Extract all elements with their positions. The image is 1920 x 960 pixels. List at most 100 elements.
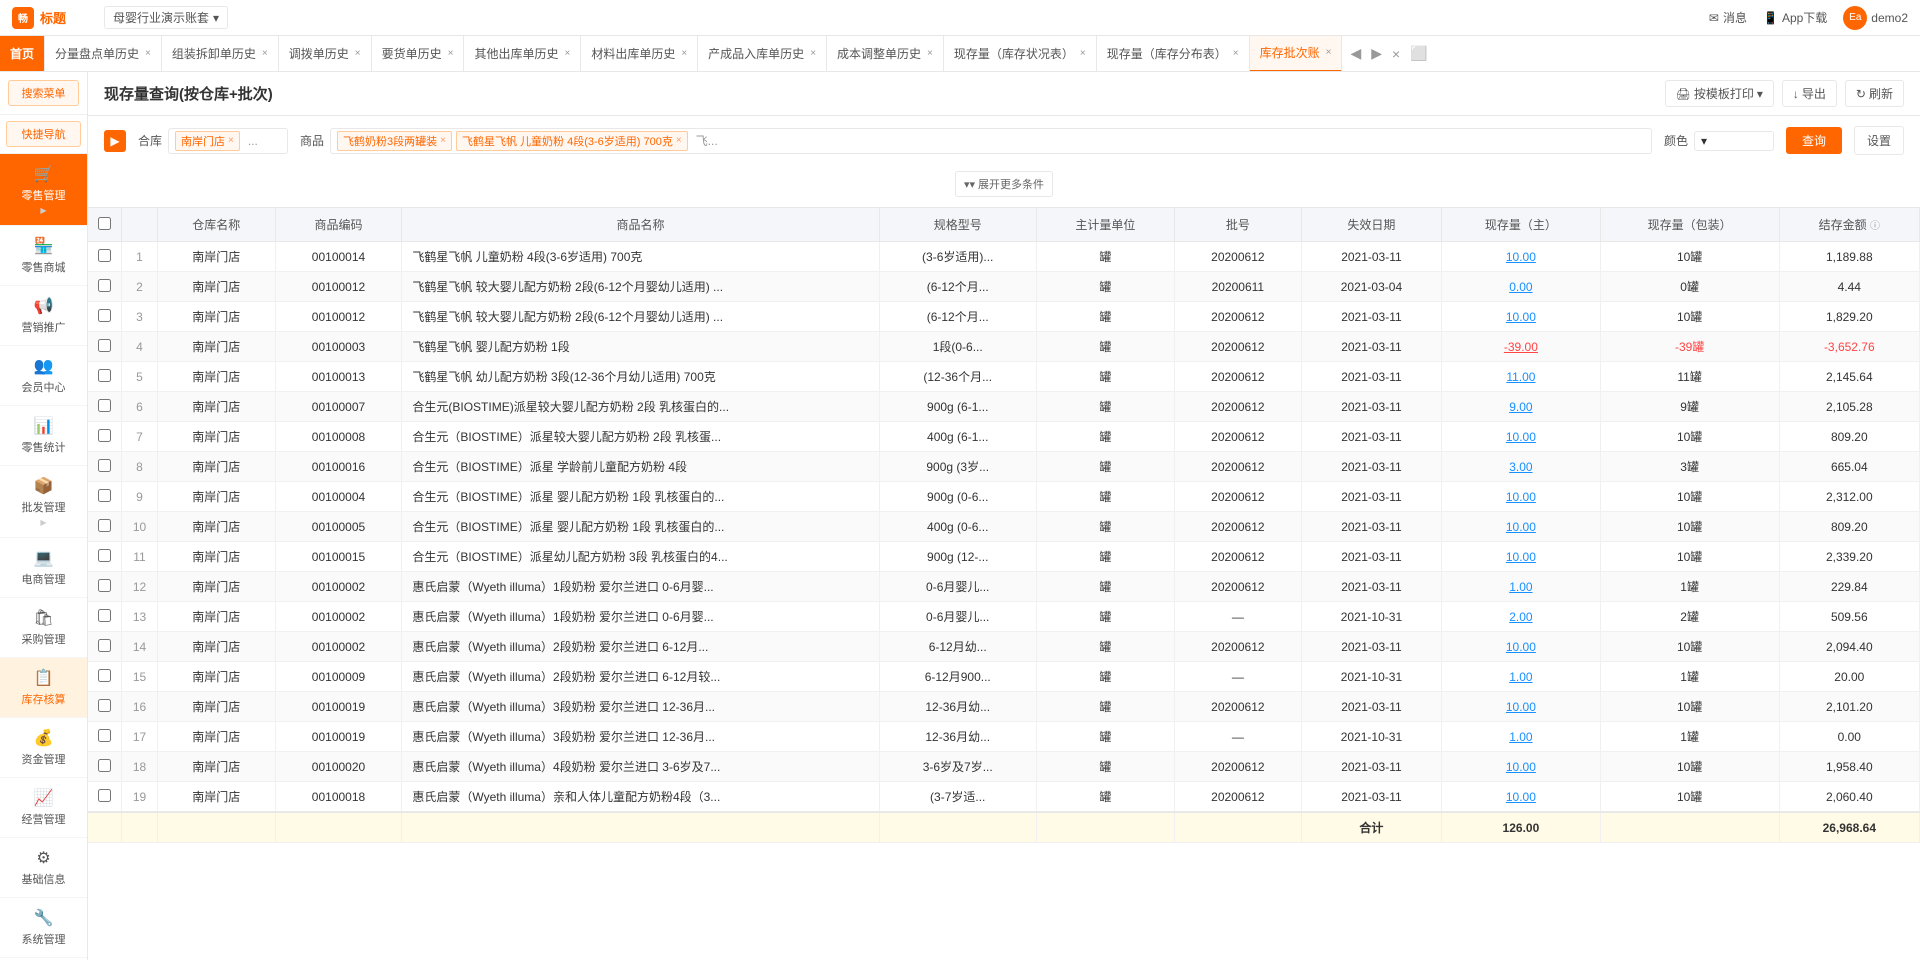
select-all-checkbox[interactable] [98, 217, 111, 230]
row-checkbox[interactable] [98, 249, 111, 262]
cell-qty-main[interactable]: 10.00 [1442, 422, 1601, 452]
cell-checkbox[interactable] [88, 572, 122, 602]
product-tag-2-close[interactable]: × [676, 135, 682, 146]
cell-qty-main[interactable]: 10.00 [1442, 512, 1601, 542]
cell-checkbox[interactable] [88, 452, 122, 482]
cell-qty-main[interactable]: 10.00 [1442, 692, 1601, 722]
message-btn[interactable]: ✉ 消息 [1709, 9, 1747, 26]
row-checkbox[interactable] [98, 639, 111, 652]
tab-inventory-distribution[interactable]: 现存量（库存分布表） × [1097, 36, 1250, 72]
row-checkbox[interactable] [98, 339, 111, 352]
sidebar-item-member[interactable]: 👥 会员中心 [0, 346, 87, 406]
row-checkbox[interactable] [98, 759, 111, 772]
row-checkbox[interactable] [98, 309, 111, 322]
cell-qty-main[interactable]: 10.00 [1442, 302, 1601, 332]
row-checkbox[interactable] [98, 789, 111, 802]
cell-qty-main[interactable]: 2.00 [1442, 602, 1601, 632]
cell-checkbox[interactable] [88, 242, 122, 272]
warehouse-tag-nanan-close[interactable]: × [228, 135, 234, 146]
tab-other-outbound-close[interactable]: × [564, 48, 570, 59]
setting-btn[interactable]: 设置 [1854, 126, 1904, 155]
tab-inventory-batch[interactable]: 库存批次账 × [1250, 36, 1343, 72]
cell-checkbox[interactable] [88, 722, 122, 752]
sidebar-item-purchase[interactable]: 🛍 采购管理 [0, 598, 87, 658]
row-checkbox[interactable] [98, 519, 111, 532]
sidebar-item-marketing[interactable]: 📢 营销推广 [0, 286, 87, 346]
cell-qty-main[interactable]: 10.00 [1442, 782, 1601, 813]
cell-qty-main[interactable]: 3.00 [1442, 452, 1601, 482]
user-area[interactable]: Ea demo2 [1843, 6, 1908, 30]
tab-product-inbound[interactable]: 产成品入库单历史 × [698, 36, 827, 72]
tab-transfer[interactable]: 调拨单历史 × [279, 36, 372, 72]
industry-select[interactable]: 母婴行业演示账套 ▾ [104, 6, 228, 29]
cell-checkbox[interactable] [88, 632, 122, 662]
cell-checkbox[interactable] [88, 752, 122, 782]
tab-transfer-close[interactable]: × [355, 48, 361, 59]
row-checkbox[interactable] [98, 429, 111, 442]
cell-checkbox[interactable] [88, 782, 122, 813]
cell-qty-main[interactable]: 10.00 [1442, 542, 1601, 572]
tab-material-outbound-close[interactable]: × [681, 48, 687, 59]
tabs-maximize-icon[interactable]: ⬜ [1406, 43, 1431, 64]
sidebar-item-inventory[interactable]: 📋 库存核算 [0, 658, 87, 718]
sidebar-item-wholesale[interactable]: 📦 批发管理 ▶ [0, 466, 87, 538]
tab-material-outbound[interactable]: 材料出库单历史 × [581, 36, 698, 72]
sidebar-item-system[interactable]: 🔧 系统管理 [0, 898, 87, 958]
cell-checkbox[interactable] [88, 662, 122, 692]
product-tag-container[interactable]: 飞鹤奶粉3段两罐装 × 飞鹤星飞帆 儿童奶粉 4段(3-6岁适用) 700克 ×… [330, 128, 1652, 154]
tab-split-inventory-close[interactable]: × [145, 48, 151, 59]
cell-checkbox[interactable] [88, 542, 122, 572]
sidebar-item-finance[interactable]: 💰 资金管理 [0, 718, 87, 778]
cell-qty-main[interactable]: 11.00 [1442, 362, 1601, 392]
amount-info-icon[interactable]: ⓘ [1870, 221, 1880, 232]
row-checkbox[interactable] [98, 459, 111, 472]
cell-qty-main[interactable]: 1.00 [1442, 722, 1601, 752]
tab-cost-adjustment-close[interactable]: × [927, 48, 933, 59]
color-tag-container[interactable]: ▾ [1694, 131, 1774, 151]
tabs-close-icon[interactable]: × [1388, 44, 1404, 64]
cell-checkbox[interactable] [88, 482, 122, 512]
tab-cost-adjustment[interactable]: 成本调整单历史 × [827, 36, 944, 72]
tab-other-outbound[interactable]: 其他出库单历史 × [464, 36, 581, 72]
cell-checkbox[interactable] [88, 332, 122, 362]
tab-inventory-batch-close[interactable]: × [1326, 47, 1332, 58]
filter-arrow-btn[interactable]: ▶ [104, 130, 126, 152]
product-tag-1-close[interactable]: × [440, 135, 446, 146]
refresh-btn[interactable]: ↻ 刷新 [1845, 80, 1904, 107]
tab-requisition-close[interactable]: × [448, 48, 454, 59]
app-download-btn[interactable]: 📱 App下载 [1763, 9, 1827, 26]
row-checkbox[interactable] [98, 549, 111, 562]
tabs-prev-icon[interactable]: ◀ [1346, 43, 1365, 64]
search-btn[interactable]: 查询 [1786, 127, 1842, 154]
sidebar-item-retail[interactable]: 🛒 零售管理 ▶ [0, 154, 87, 226]
cell-qty-main[interactable]: 0.00 [1442, 272, 1601, 302]
row-checkbox[interactable] [98, 669, 111, 682]
tab-product-inbound-close[interactable]: × [810, 48, 816, 59]
tab-disassemble-close[interactable]: × [262, 48, 268, 59]
tab-inventory-status[interactable]: 现存量（库存状况表） × [944, 36, 1097, 72]
tab-requisition[interactable]: 要货单历史 × [372, 36, 465, 72]
sidebar-item-basic[interactable]: ⚙ 基础信息 [0, 838, 87, 898]
row-checkbox[interactable] [98, 609, 111, 622]
cell-qty-main[interactable]: 1.00 [1442, 662, 1601, 692]
sidebar-item-ecommerce[interactable]: 💻 电商管理 [0, 538, 87, 598]
sidebar-item-operations[interactable]: 📈 经营管理 [0, 778, 87, 838]
sidebar-search-btn[interactable]: 搜索菜单 [8, 80, 79, 106]
cell-qty-main[interactable]: 10.00 [1442, 752, 1601, 782]
template-print-btn[interactable]: 🖨 按模板打印 ▾ [1665, 80, 1774, 107]
row-checkbox[interactable] [98, 729, 111, 742]
cell-checkbox[interactable] [88, 602, 122, 632]
row-checkbox[interactable] [98, 399, 111, 412]
row-checkbox[interactable] [98, 699, 111, 712]
warehouse-more[interactable]: ... [244, 134, 262, 148]
tab-inventory-distribution-close[interactable]: × [1233, 48, 1239, 59]
sidebar-nav-btn[interactable]: 快捷导航 [6, 121, 81, 147]
tabs-next-icon[interactable]: ▶ [1367, 43, 1386, 64]
row-checkbox[interactable] [98, 579, 111, 592]
cell-checkbox[interactable] [88, 302, 122, 332]
product-more[interactable]: 飞... [692, 132, 722, 149]
warehouse-tag-container[interactable]: 南岸门店 × ... [168, 128, 288, 154]
sidebar-item-retail-shop[interactable]: 🏪 零售商城 [0, 226, 87, 286]
cell-qty-main[interactable]: 10.00 [1442, 242, 1601, 272]
export-btn[interactable]: ↓ 导出 [1782, 80, 1837, 107]
